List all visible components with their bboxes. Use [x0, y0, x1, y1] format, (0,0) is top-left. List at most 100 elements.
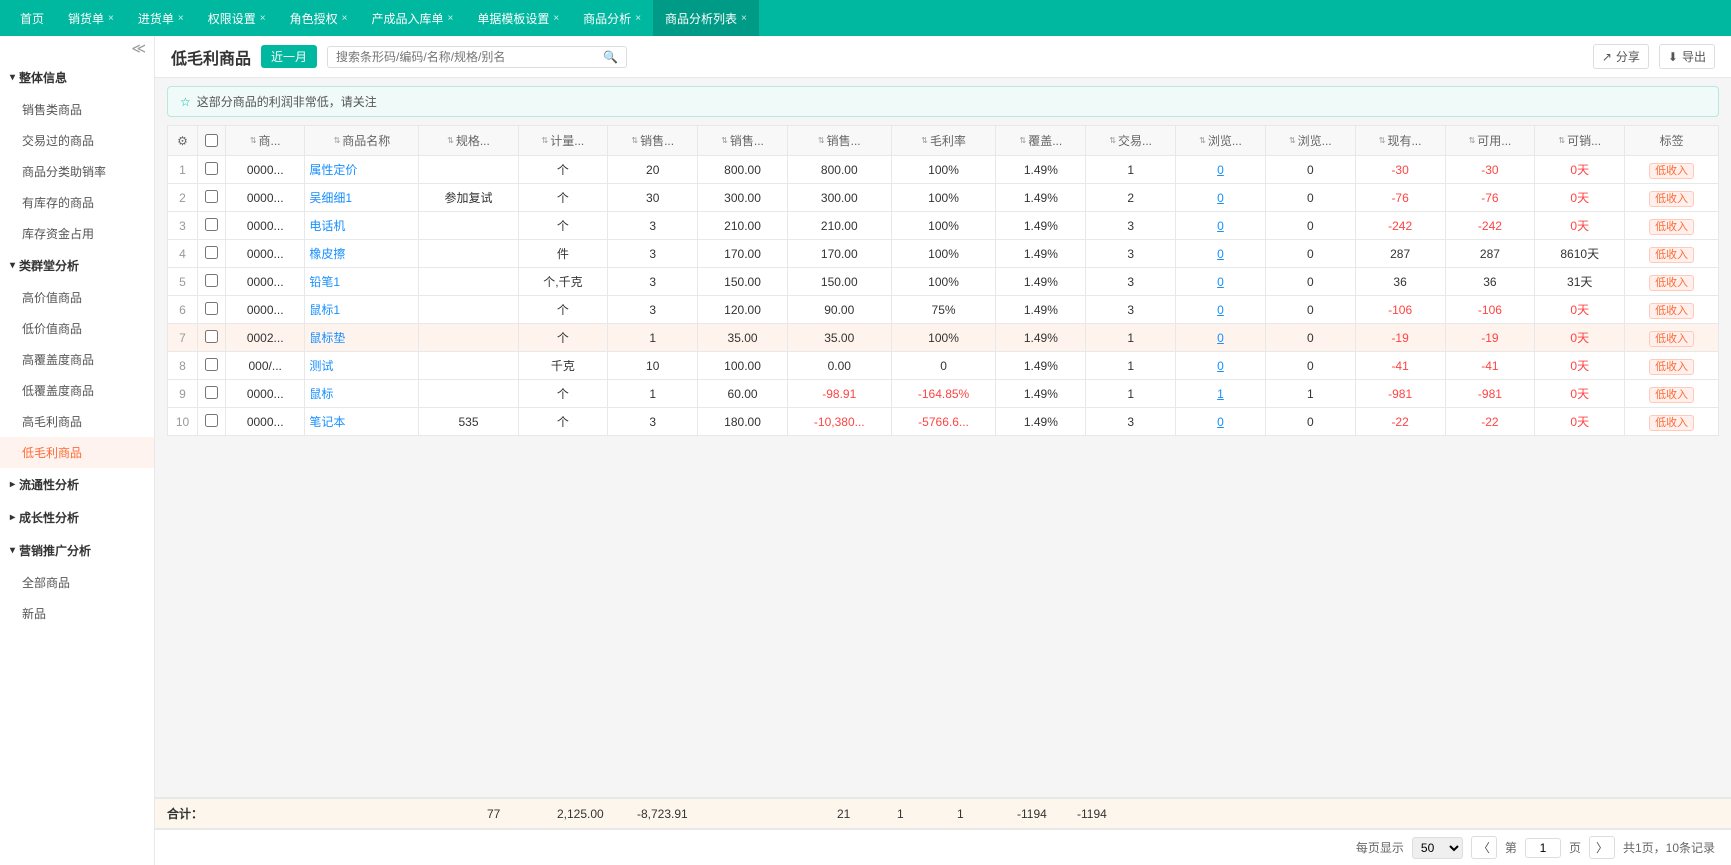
row-select-checkbox[interactable]: [205, 386, 218, 399]
row-checkbox[interactable]: [198, 408, 226, 436]
select-all-checkbox[interactable]: [205, 134, 218, 147]
sidebar-item-low-coverage[interactable]: 低覆盖度商品: [0, 375, 154, 406]
col-checkbox[interactable]: [198, 126, 226, 156]
row-checkbox[interactable]: [198, 240, 226, 268]
row-name[interactable]: 笔记本: [305, 408, 419, 436]
row-select-checkbox[interactable]: [205, 302, 218, 315]
search-input[interactable]: [336, 50, 599, 64]
sidebar-item-low-value[interactable]: 低价值商品: [0, 313, 154, 344]
sidebar-group-flow[interactable]: ▸ 流通性分析: [0, 468, 154, 501]
nav-item-product[interactable]: 产成品入库单 ×: [359, 0, 465, 36]
sidebar-item-in-stock[interactable]: 有库存的商品: [0, 187, 154, 218]
close-icon[interactable]: ×: [178, 13, 184, 24]
row-select-checkbox[interactable]: [205, 358, 218, 371]
sidebar-group-cluster[interactable]: ▾ 类群堂分析: [0, 249, 154, 282]
sidebar-item-category-rate[interactable]: 商品分类助销率: [0, 156, 154, 187]
nav-item-analysis[interactable]: 商品分析 ×: [571, 0, 653, 36]
row-select-checkbox[interactable]: [205, 330, 218, 343]
nav-item-sales[interactable]: 销货单 ×: [56, 0, 126, 36]
sidebar-item-high-coverage[interactable]: 高覆盖度商品: [0, 344, 154, 375]
row-view1[interactable]: 0: [1176, 296, 1266, 324]
row-view1[interactable]: 0: [1176, 408, 1266, 436]
row-name[interactable]: 属性定价: [305, 156, 419, 184]
row-select-checkbox[interactable]: [205, 414, 218, 427]
sidebar-item-high-margin[interactable]: 高毛利商品: [0, 406, 154, 437]
col-available[interactable]: ⇅可用...: [1445, 126, 1535, 156]
row-view1[interactable]: 0: [1176, 212, 1266, 240]
col-view2[interactable]: ⇅浏览...: [1265, 126, 1355, 156]
sidebar-item-all-products[interactable]: 全部商品: [0, 567, 154, 598]
close-icon[interactable]: ×: [553, 13, 559, 24]
nav-item-template[interactable]: 单据模板设置 ×: [465, 0, 571, 36]
col-sales-amount[interactable]: ⇅销售...: [787, 126, 891, 156]
close-icon[interactable]: ×: [260, 13, 266, 24]
sidebar-collapse-btn[interactable]: ≪: [0, 36, 154, 61]
row-select-checkbox[interactable]: [205, 190, 218, 203]
nav-item-perm[interactable]: 权限设置 ×: [196, 0, 278, 36]
sidebar-item-high-value[interactable]: 高价值商品: [0, 282, 154, 313]
prev-page-button[interactable]: 〈: [1471, 836, 1497, 859]
row-select-checkbox[interactable]: [205, 274, 218, 287]
col-current[interactable]: ⇅现有...: [1355, 126, 1445, 156]
page-input[interactable]: [1525, 838, 1561, 858]
col-sales-price[interactable]: ⇅销售...: [698, 126, 788, 156]
export-button[interactable]: ⬇ 导出: [1659, 44, 1715, 69]
close-icon[interactable]: ×: [635, 13, 641, 24]
row-checkbox[interactable]: [198, 268, 226, 296]
col-view1[interactable]: ⇅浏览...: [1176, 126, 1266, 156]
close-icon[interactable]: ×: [108, 13, 114, 24]
col-sales-qty[interactable]: ⇅销售...: [608, 126, 698, 156]
per-page-select[interactable]: 50 100 200: [1412, 837, 1463, 859]
sidebar-group-marketing[interactable]: ▾ 营销推广分析: [0, 534, 154, 567]
row-select-checkbox[interactable]: [205, 246, 218, 259]
row-view1[interactable]: 0: [1176, 240, 1266, 268]
row-select-checkbox[interactable]: [205, 218, 218, 231]
row-checkbox[interactable]: [198, 212, 226, 240]
col-code[interactable]: ⇅商...: [226, 126, 305, 156]
row-checkbox[interactable]: [198, 184, 226, 212]
nav-item-home[interactable]: 首页: [8, 0, 56, 36]
row-name[interactable]: 鼠标: [305, 380, 419, 408]
col-unit[interactable]: ⇅计量...: [518, 126, 608, 156]
nav-item-purchase[interactable]: 进货单 ×: [126, 0, 196, 36]
next-page-button[interactable]: 〉: [1589, 836, 1615, 859]
sidebar-item-low-margin[interactable]: 低毛利商品: [0, 437, 154, 468]
col-gross-margin[interactable]: ⇅毛利率: [891, 126, 996, 156]
col-coverage[interactable]: ⇅覆盖...: [996, 126, 1086, 156]
row-view1[interactable]: 0: [1176, 184, 1266, 212]
sidebar-group-growth[interactable]: ▸ 成长性分析: [0, 501, 154, 534]
row-name[interactable]: 铅笔1: [305, 268, 419, 296]
col-trade[interactable]: ⇅交易...: [1086, 126, 1176, 156]
row-name[interactable]: 电话机: [305, 212, 419, 240]
col-spec[interactable]: ⇅规格...: [419, 126, 518, 156]
row-name[interactable]: 鼠标1: [305, 296, 419, 324]
sidebar-item-capital[interactable]: 库存资金占用: [0, 218, 154, 249]
col-tag[interactable]: 标签: [1625, 126, 1719, 156]
row-select-checkbox[interactable]: [205, 162, 218, 175]
row-view1[interactable]: 1: [1176, 380, 1266, 408]
filter-button[interactable]: 近一月: [261, 45, 317, 68]
nav-item-analysis-list[interactable]: 商品分析列表 ×: [653, 0, 759, 36]
sidebar-group-overview[interactable]: ▾ 整体信息: [0, 61, 154, 94]
close-icon[interactable]: ×: [447, 13, 453, 24]
close-icon[interactable]: ×: [342, 13, 348, 24]
row-view1[interactable]: 0: [1176, 156, 1266, 184]
row-checkbox[interactable]: [198, 380, 226, 408]
col-sellable[interactable]: ⇅可销...: [1535, 126, 1625, 156]
row-checkbox[interactable]: [198, 324, 226, 352]
col-settings[interactable]: ⚙: [168, 126, 198, 156]
close-icon[interactable]: ×: [741, 13, 747, 24]
row-view1[interactable]: 0: [1176, 268, 1266, 296]
row-name[interactable]: 测试: [305, 352, 419, 380]
col-name[interactable]: ⇅商品名称: [305, 126, 419, 156]
row-name[interactable]: 橡皮擦: [305, 240, 419, 268]
row-view1[interactable]: 0: [1176, 352, 1266, 380]
row-view1[interactable]: 0: [1176, 324, 1266, 352]
row-checkbox[interactable]: [198, 156, 226, 184]
sidebar-item-sales-products[interactable]: 销售类商品: [0, 94, 154, 125]
share-button[interactable]: ↗ 分享: [1593, 44, 1649, 69]
row-checkbox[interactable]: [198, 296, 226, 324]
row-name[interactable]: 吴细细1: [305, 184, 419, 212]
sidebar-item-traded-products[interactable]: 交易过的商品: [0, 125, 154, 156]
sidebar-item-new-products[interactable]: 新品: [0, 598, 154, 629]
